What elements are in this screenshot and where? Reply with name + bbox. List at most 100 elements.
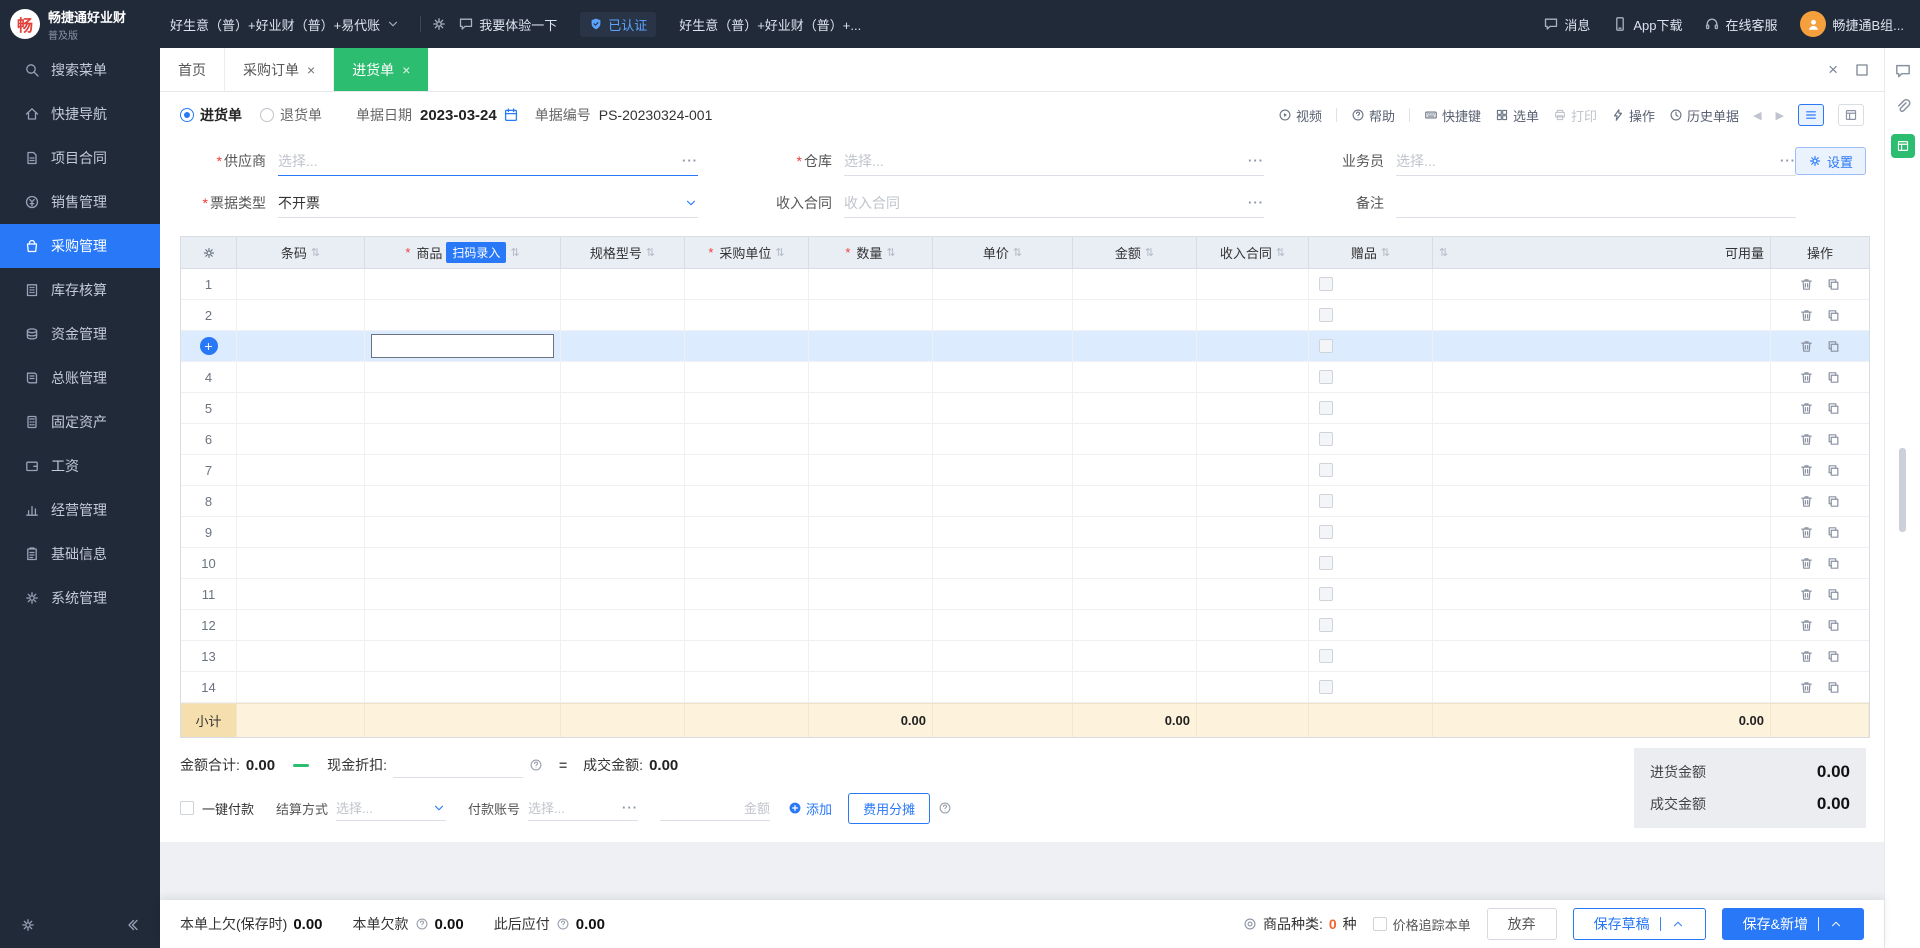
quick-panel-button[interactable] bbox=[1890, 134, 1915, 158]
cell-barcode[interactable] bbox=[237, 455, 365, 485]
history-button[interactable]: 历史单据 bbox=[1669, 106, 1739, 125]
copy-row-icon[interactable] bbox=[1826, 432, 1841, 447]
doc-date-value[interactable]: 2023-03-24 bbox=[420, 107, 497, 124]
gift-checkbox[interactable] bbox=[1319, 680, 1333, 694]
delete-row-icon[interactable] bbox=[1799, 680, 1814, 695]
cell-product[interactable] bbox=[365, 672, 561, 702]
warehouse-field[interactable]: 选择... ··· bbox=[844, 146, 1264, 176]
messages-link[interactable]: 消息 bbox=[1543, 15, 1590, 34]
cell-income-contract[interactable] bbox=[1197, 455, 1309, 485]
cell-amount[interactable] bbox=[1073, 300, 1197, 330]
product-switcher[interactable]: 好生意（普）+好业财（普）+易代账 bbox=[160, 15, 410, 34]
save-and-new-button[interactable]: 保存&新增 bbox=[1721, 908, 1864, 940]
delete-row-icon[interactable] bbox=[1799, 401, 1814, 416]
app-download-link[interactable]: App下载 bbox=[1612, 15, 1682, 34]
delete-row-icon[interactable] bbox=[1799, 494, 1814, 509]
sidebar-item-ledger[interactable]: 总账管理 bbox=[0, 356, 160, 400]
cell-barcode[interactable] bbox=[237, 393, 365, 423]
cell-qty[interactable] bbox=[809, 610, 933, 640]
cell-barcode[interactable] bbox=[237, 424, 365, 454]
cell-product[interactable] bbox=[365, 486, 561, 516]
cell-income-contract[interactable] bbox=[1197, 486, 1309, 516]
cell-product[interactable] bbox=[365, 269, 561, 299]
expand-view-icon[interactable] bbox=[1854, 62, 1870, 78]
close-tab-icon[interactable]: × bbox=[402, 62, 410, 78]
scrollbar-thumb[interactable] bbox=[1899, 448, 1906, 532]
sort-icon[interactable]: ⇅ bbox=[510, 246, 519, 259]
topbar-settings-icon[interactable] bbox=[431, 16, 447, 32]
delete-row-icon[interactable] bbox=[1799, 587, 1814, 602]
discard-button[interactable]: 放弃 bbox=[1486, 908, 1557, 940]
sort-icon[interactable]: ⇅ bbox=[1439, 246, 1448, 259]
cell-qty[interactable] bbox=[809, 548, 933, 578]
copy-row-icon[interactable] bbox=[1826, 370, 1841, 385]
cell-purchase-unit[interactable] bbox=[685, 548, 809, 578]
cell-spec[interactable] bbox=[561, 424, 685, 454]
cell-price[interactable] bbox=[933, 300, 1073, 330]
expense-apportion-button[interactable]: 费用分摊 bbox=[848, 792, 931, 824]
copy-row-icon[interactable] bbox=[1826, 494, 1841, 509]
cell-spec[interactable] bbox=[561, 641, 685, 671]
column-header-income-contract[interactable]: 收入合同 ⇅ bbox=[1197, 237, 1309, 268]
pick-order-button[interactable]: 选单 bbox=[1495, 106, 1539, 125]
cell-amount[interactable] bbox=[1073, 393, 1197, 423]
cell-income-contract[interactable] bbox=[1197, 300, 1309, 330]
pay-account-select[interactable]: 选择... ··· bbox=[528, 795, 639, 821]
cell-price[interactable] bbox=[933, 641, 1073, 671]
cell-qty[interactable] bbox=[809, 300, 933, 330]
cell-income-contract[interactable] bbox=[1197, 641, 1309, 671]
cell-spec[interactable] bbox=[561, 269, 685, 299]
bill-arrears-help-icon[interactable] bbox=[415, 917, 429, 931]
cell-price[interactable] bbox=[933, 548, 1073, 578]
cell-available[interactable] bbox=[1433, 362, 1771, 392]
cell-purchase-unit[interactable] bbox=[685, 641, 809, 671]
cell-barcode[interactable] bbox=[237, 269, 365, 299]
cell-income-contract[interactable] bbox=[1197, 269, 1309, 299]
cell-purchase-unit[interactable] bbox=[685, 393, 809, 423]
cell-spec[interactable] bbox=[561, 517, 685, 547]
delete-row-icon[interactable] bbox=[1799, 618, 1814, 633]
cell-qty[interactable] bbox=[809, 424, 933, 454]
cell-available[interactable] bbox=[1433, 672, 1771, 702]
sort-icon[interactable]: ⇅ bbox=[1276, 246, 1285, 259]
cell-qty[interactable] bbox=[809, 362, 933, 392]
cell-qty[interactable] bbox=[809, 269, 933, 299]
column-header-settings[interactable] bbox=[181, 237, 237, 268]
user-name[interactable]: 畅捷通B组... bbox=[1832, 15, 1904, 34]
tab-home[interactable]: 首页 bbox=[160, 48, 225, 91]
copy-row-icon[interactable] bbox=[1826, 587, 1841, 602]
add-payment-button[interactable]: 添加 bbox=[788, 799, 832, 818]
cell-price[interactable] bbox=[933, 393, 1073, 423]
column-header-available[interactable]: ⇅ 可用量 bbox=[1433, 237, 1771, 268]
cell-available[interactable] bbox=[1433, 331, 1771, 361]
cell-qty[interactable] bbox=[809, 486, 933, 516]
cell-barcode[interactable] bbox=[237, 672, 365, 702]
cell-amount[interactable] bbox=[1073, 486, 1197, 516]
sort-icon[interactable]: ⇅ bbox=[1381, 246, 1390, 259]
gift-checkbox[interactable] bbox=[1319, 401, 1333, 415]
delete-row-icon[interactable] bbox=[1799, 370, 1814, 385]
delete-row-icon[interactable] bbox=[1799, 649, 1814, 664]
radio-goods-return[interactable]: 退货单 bbox=[260, 105, 322, 125]
one-click-pay-checkbox[interactable] bbox=[180, 801, 194, 815]
card-view-button[interactable] bbox=[1838, 104, 1864, 126]
cell-barcode[interactable] bbox=[237, 579, 365, 609]
cell-purchase-unit[interactable] bbox=[685, 331, 809, 361]
ellipsis-icon[interactable]: ··· bbox=[1248, 153, 1264, 168]
attachment-icon[interactable] bbox=[1894, 98, 1912, 116]
cell-product[interactable] bbox=[365, 641, 561, 671]
cell-spec[interactable] bbox=[561, 579, 685, 609]
cell-spec[interactable] bbox=[561, 610, 685, 640]
sidebar-item-system[interactable]: 系统管理 bbox=[0, 576, 160, 620]
delete-row-icon[interactable] bbox=[1799, 277, 1814, 292]
ellipsis-icon[interactable]: ··· bbox=[682, 153, 698, 168]
cell-purchase-unit[interactable] bbox=[685, 455, 809, 485]
gift-checkbox[interactable] bbox=[1319, 525, 1333, 539]
cell-qty[interactable] bbox=[809, 393, 933, 423]
cell-available[interactable] bbox=[1433, 579, 1771, 609]
sort-icon[interactable]: ⇅ bbox=[1013, 246, 1022, 259]
gift-checkbox[interactable] bbox=[1319, 463, 1333, 477]
copy-row-icon[interactable] bbox=[1826, 649, 1841, 664]
cell-available[interactable] bbox=[1433, 486, 1771, 516]
sidebar-item-quick-nav[interactable]: 快捷导航 bbox=[0, 92, 160, 136]
